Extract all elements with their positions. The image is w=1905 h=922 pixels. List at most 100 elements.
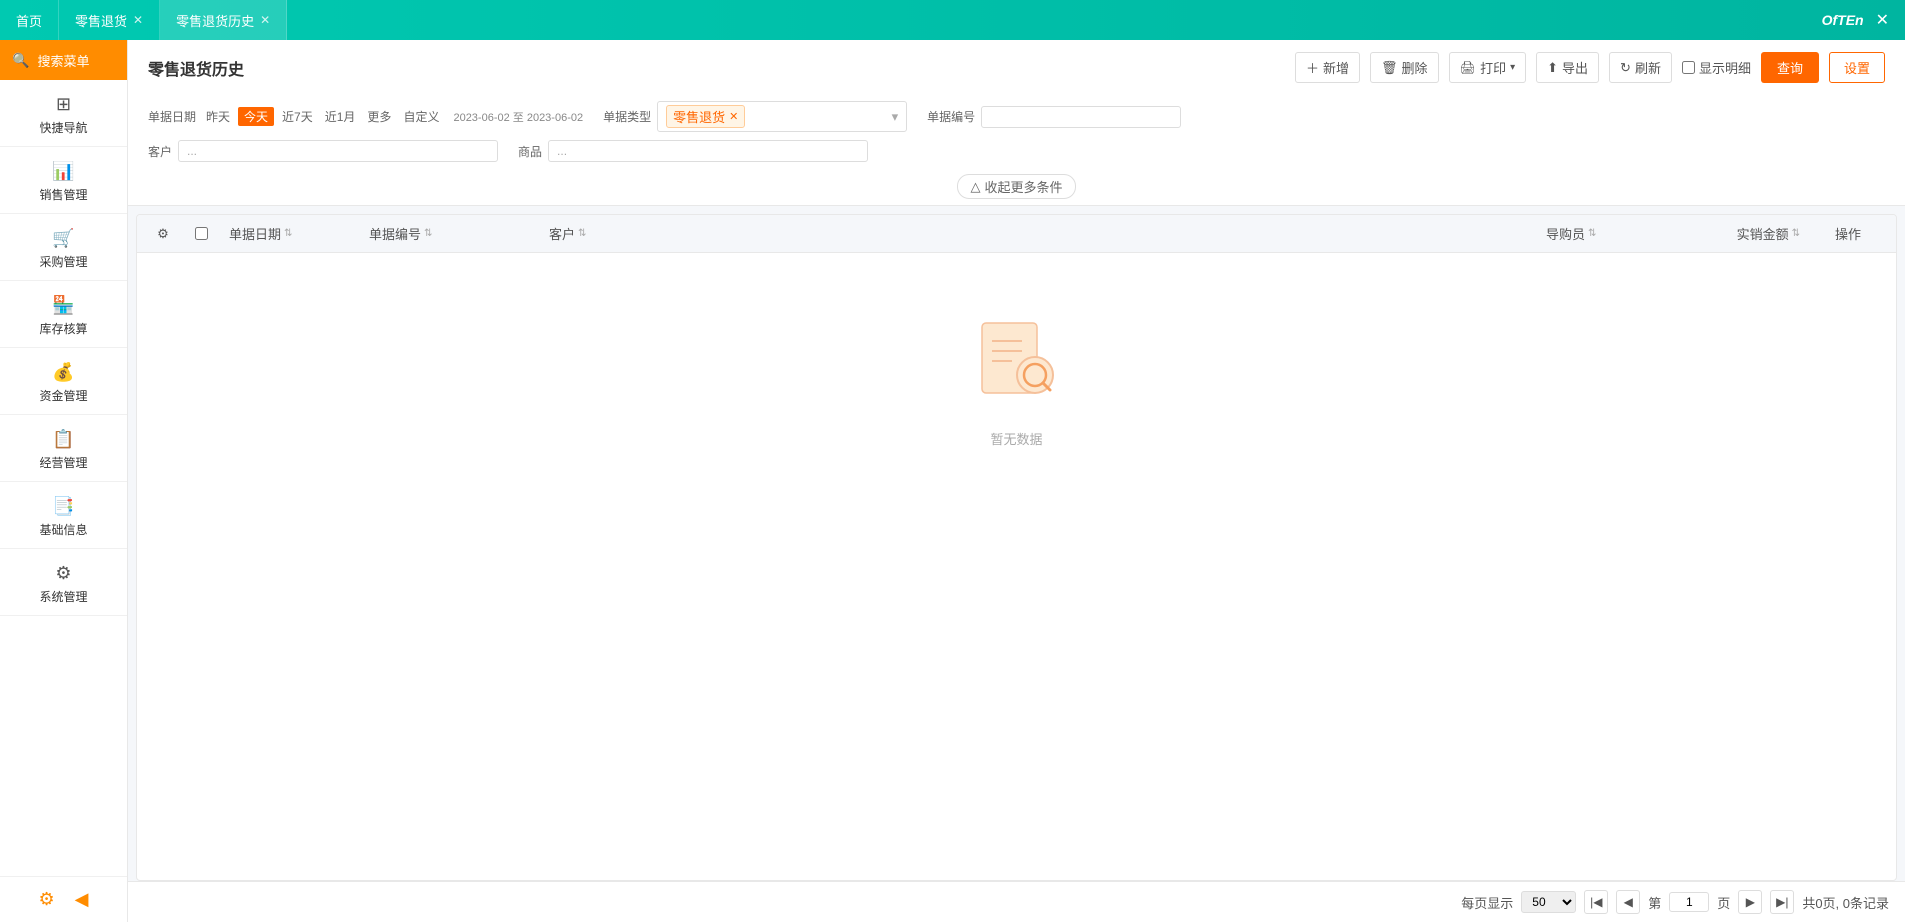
th-date[interactable]: 单据日期 ⇅ bbox=[221, 224, 361, 243]
topbar-right: OfTEn ✕ bbox=[1822, 10, 1905, 30]
date-option-yesterday[interactable]: 昨天 bbox=[202, 107, 234, 126]
filter-area: 单据日期 昨天 今天 近7天 近1月 更多 自定义 2023-06-02 至 2… bbox=[148, 93, 1885, 205]
tab-home[interactable]: 首页 bbox=[0, 0, 59, 40]
tab-retail-return-history[interactable]: 零售退货历史 ✕ bbox=[160, 0, 287, 40]
page-title-row: 零售退货历史 ＋ 新增 🗑 删除 🖨 打印 ▾ bbox=[148, 52, 1885, 83]
th-setting[interactable]: ⚙ bbox=[145, 226, 181, 242]
page-size-label: 每页显示 bbox=[1461, 893, 1513, 912]
setting-icon: ⚙ bbox=[157, 226, 169, 242]
th-op: 操作 bbox=[1808, 224, 1888, 243]
sidebar: 🔍 搜索菜单 ⊞ 快捷导航 📊 销售管理 🛒 采购管理 🏪 库存核算 💰 资金管… bbox=[0, 40, 128, 922]
tab-retail-return-history-close[interactable]: ✕ bbox=[260, 13, 270, 27]
sidebar-search-label: 搜索菜单 bbox=[37, 51, 89, 70]
th-date-sort: ⇅ bbox=[284, 228, 292, 239]
th-billno[interactable]: 单据编号 ⇅ bbox=[361, 224, 541, 243]
collapse-label: 收起更多条件 bbox=[984, 177, 1062, 196]
page-label: 第 bbox=[1648, 893, 1661, 912]
search-icon: 🔍 bbox=[12, 52, 29, 69]
query-button[interactable]: 查询 bbox=[1761, 52, 1819, 83]
sidebar-item-purchase[interactable]: 🛒 采购管理 bbox=[0, 214, 127, 281]
print-icon: 🖨 bbox=[1460, 60, 1477, 76]
date-range-display: 2023-06-02 至 2023-06-02 bbox=[453, 109, 583, 125]
print-button[interactable]: 🖨 打印 ▾ bbox=[1449, 52, 1527, 83]
customer-input[interactable]: ... bbox=[178, 140, 498, 162]
page-unit: 页 bbox=[1717, 893, 1730, 912]
date-option-today[interactable]: 今天 bbox=[238, 107, 274, 126]
date-option-more[interactable]: 更多 bbox=[363, 107, 395, 126]
sidebar-item-basic[interactable]: 📑 基础信息 bbox=[0, 482, 127, 549]
th-checkbox[interactable] bbox=[181, 227, 221, 240]
sidebar-item-system-label: 系统管理 bbox=[39, 588, 87, 605]
sidebar-item-quick-nav[interactable]: ⊞ 快捷导航 bbox=[0, 80, 127, 147]
date-option-last7[interactable]: 近7天 bbox=[278, 107, 317, 126]
sidebar-item-finance[interactable]: 💰 资金管理 bbox=[0, 348, 127, 415]
th-amount[interactable]: 实销金额 ⇅ bbox=[1688, 224, 1808, 243]
bill-type-select[interactable]: 零售退货 ✕ ▾ bbox=[657, 101, 907, 132]
topbar-close[interactable]: ✕ bbox=[1876, 10, 1889, 30]
show-detail-toggle[interactable]: 显示明细 bbox=[1682, 58, 1751, 77]
sidebar-item-operation[interactable]: 📋 经营管理 bbox=[0, 415, 127, 482]
toolbar: ＋ 新增 🗑 删除 🖨 打印 ▾ ⬆ 导出 bbox=[1295, 52, 1885, 83]
new-button[interactable]: ＋ 新增 bbox=[1295, 52, 1360, 83]
goods-input[interactable]: ... bbox=[548, 140, 868, 162]
settings-button[interactable]: 设置 bbox=[1829, 52, 1885, 83]
show-detail-label: 显示明细 bbox=[1699, 58, 1751, 77]
th-amount-label: 实销金额 bbox=[1737, 224, 1789, 243]
show-detail-checkbox-input[interactable] bbox=[1682, 61, 1695, 74]
customer-filter: 客户 ... bbox=[148, 140, 498, 162]
sidebar-item-sales[interactable]: 📊 销售管理 bbox=[0, 147, 127, 214]
export-button[interactable]: ⬆ 导出 bbox=[1536, 52, 1599, 83]
table-header: ⚙ 单据日期 ⇅ 单据编号 ⇅ 客户 ⇅ 导购员 bbox=[137, 215, 1896, 253]
brand-text: OfTEn bbox=[1822, 12, 1864, 28]
page-num-input[interactable] bbox=[1669, 892, 1709, 912]
last-page-button[interactable]: ▶| bbox=[1770, 890, 1794, 914]
th-customer-sort: ⇅ bbox=[578, 228, 586, 239]
delete-icon: 🗑 bbox=[1381, 60, 1398, 76]
sidebar-item-inventory[interactable]: 🏪 库存核算 bbox=[0, 281, 127, 348]
th-guide[interactable]: 导购员 ⇅ bbox=[1538, 224, 1688, 243]
sidebar-settings-icon[interactable]: ⚙ bbox=[39, 889, 55, 910]
date-option-custom[interactable]: 自定义 bbox=[399, 107, 443, 126]
th-customer[interactable]: 客户 ⇅ bbox=[541, 224, 1538, 243]
bill-type-select-chevron: ▾ bbox=[892, 109, 899, 125]
page-title: 零售退货历史 bbox=[148, 56, 244, 80]
sidebar-item-system[interactable]: ⚙ 系统管理 bbox=[0, 549, 127, 616]
pagination-bar: 每页显示 50 20 100 |◀ ◀ 第 页 ▶ ▶| 共0页, 0条记录 bbox=[128, 881, 1905, 922]
sidebar-item-basic-label: 基础信息 bbox=[39, 521, 87, 538]
empty-state: 暂无数据 bbox=[137, 253, 1896, 508]
bill-type-tag: 零售退货 ✕ bbox=[666, 105, 745, 128]
date-options: 昨天 今天 近7天 近1月 更多 自定义 bbox=[202, 107, 443, 126]
collapse-button[interactable]: △ 收起更多条件 bbox=[957, 174, 1075, 199]
tab-retail-return[interactable]: 零售退货 ✕ bbox=[59, 0, 160, 40]
filter-row-1: 单据日期 昨天 今天 近7天 近1月 更多 自定义 2023-06-02 至 2… bbox=[148, 101, 1885, 132]
refresh-label: 刷新 bbox=[1635, 58, 1661, 77]
query-label: 查询 bbox=[1777, 61, 1803, 76]
sidebar-item-finance-label: 资金管理 bbox=[39, 387, 87, 404]
th-billno-label: 单据编号 bbox=[369, 224, 421, 243]
refresh-button[interactable]: ↻ 刷新 bbox=[1609, 52, 1672, 83]
prev-page-button[interactable]: ◀ bbox=[1616, 890, 1640, 914]
next-page-button[interactable]: ▶ bbox=[1738, 890, 1762, 914]
first-page-button[interactable]: |◀ bbox=[1584, 890, 1608, 914]
sidebar-item-sales-label: 销售管理 bbox=[39, 186, 87, 203]
date-option-last-month[interactable]: 近1月 bbox=[321, 107, 360, 126]
bill-type-filter: 单据类型 零售退货 ✕ ▾ bbox=[603, 101, 907, 132]
filter-row-2: 客户 ... 商品 ... bbox=[148, 140, 1885, 162]
page-size-select[interactable]: 50 20 100 bbox=[1521, 891, 1576, 913]
tab-retail-return-close[interactable]: ✕ bbox=[133, 13, 143, 27]
finance-icon: 💰 bbox=[52, 362, 74, 383]
bill-no-input[interactable] bbox=[981, 106, 1181, 128]
top-bar: 首页 零售退货 ✕ 零售退货历史 ✕ OfTEn ✕ bbox=[0, 0, 1905, 40]
sidebar-search[interactable]: 🔍 搜索菜单 bbox=[0, 40, 127, 80]
sidebar-item-purchase-label: 采购管理 bbox=[39, 253, 87, 270]
sidebar-collapse-icon[interactable]: ◀ bbox=[75, 889, 89, 910]
delete-button[interactable]: 🗑 删除 bbox=[1370, 52, 1439, 83]
page-header: 零售退货历史 ＋ 新增 🗑 删除 🖨 打印 ▾ bbox=[128, 40, 1905, 206]
select-all-checkbox[interactable] bbox=[195, 227, 208, 240]
sidebar-item-operation-label: 经营管理 bbox=[39, 454, 87, 471]
th-amount-sort: ⇅ bbox=[1792, 228, 1800, 239]
refresh-icon: ↻ bbox=[1620, 60, 1631, 76]
customer-label: 客户 bbox=[148, 143, 172, 160]
bill-type-tag-remove[interactable]: ✕ bbox=[729, 110, 738, 123]
date-filter: 单据日期 昨天 今天 近7天 近1月 更多 自定义 2023-06-02 至 2… bbox=[148, 107, 583, 126]
